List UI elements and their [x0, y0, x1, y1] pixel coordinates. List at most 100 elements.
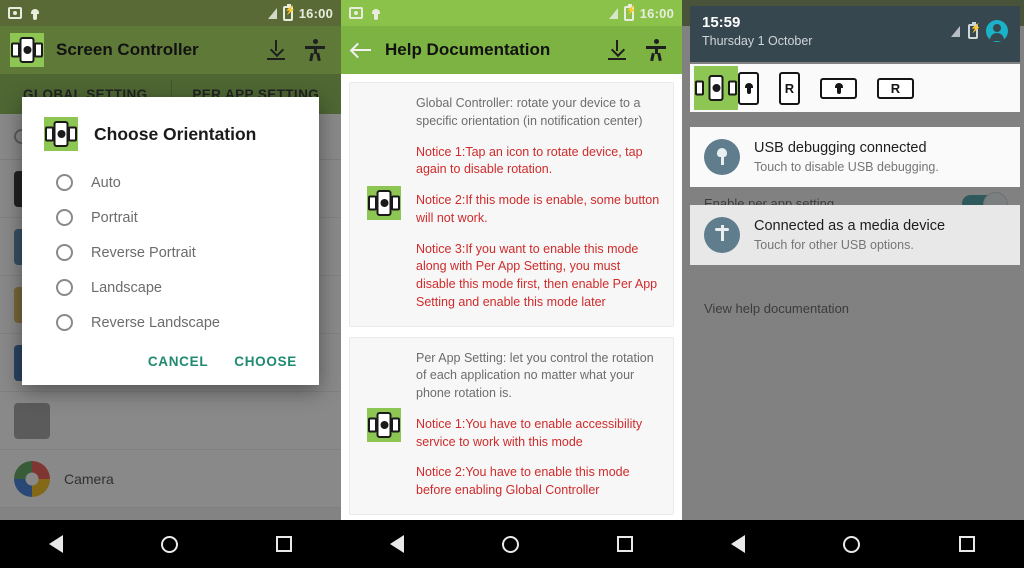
page-title: Help Documentation: [385, 40, 551, 59]
notification-title: Connected as a media device: [754, 218, 946, 234]
signal-icon: [608, 7, 618, 19]
download-icon[interactable]: [267, 40, 285, 60]
rotation-icon: [349, 7, 363, 19]
radio-button[interactable]: [56, 174, 73, 191]
card-description: Global Controller: rotate your device to…: [416, 96, 643, 128]
shade-clock: 15:59: [702, 14, 741, 31]
help-card-list: Global Controller: rotate your device to…: [341, 74, 682, 520]
recents-button[interactable]: [276, 536, 292, 552]
rotation-quick-tiles: R R: [690, 64, 1020, 112]
panel-screen-controller: 16:00 Screen Controller GLOBAL SETTING: [0, 0, 341, 568]
recents-button[interactable]: [617, 536, 633, 552]
navigation-bar: [0, 520, 341, 568]
three-panel-screenshot: 16:00 Screen Controller GLOBAL SETTING: [0, 0, 1024, 568]
card-description: Per App Setting: let you control the rot…: [416, 350, 654, 401]
screen-rotation-app-icon: [367, 186, 401, 221]
status-bar: 16:00: [341, 0, 682, 26]
home-button[interactable]: [161, 535, 178, 553]
app-bar-actions: [608, 39, 672, 62]
screen-rotation-app-icon: [694, 66, 738, 110]
radio-label: Auto: [91, 174, 121, 191]
status-bar: 16:00: [0, 0, 341, 26]
tile-row: R R: [738, 71, 914, 105]
notification-text: Connected as a media device Touch for ot…: [754, 217, 945, 253]
card-icon-column: [362, 95, 406, 312]
card-notice: Notice 3:If you want to enable this mode…: [416, 241, 658, 309]
cancel-button[interactable]: CANCEL: [148, 354, 208, 369]
shade-status-icons: [951, 14, 1008, 42]
panel-help-documentation: 16:00 Help Documentation: [341, 0, 682, 568]
portrait-android-tile[interactable]: [738, 71, 759, 105]
dialog-title: Choose Orientation: [94, 123, 257, 144]
back-button[interactable]: [49, 535, 63, 553]
card-text: Global Controller: rotate your device to…: [416, 95, 661, 312]
notification-title: USB debugging connected: [754, 140, 927, 156]
back-button[interactable]: [731, 535, 746, 553]
app-bar: Screen Controller: [0, 26, 341, 74]
card-notice: Notice 1:Tap an icon to rotate device, t…: [416, 144, 643, 177]
radio-label: Reverse Portrait: [91, 244, 196, 261]
app-bar-actions: [267, 39, 331, 62]
download-icon[interactable]: [608, 40, 626, 60]
battery-charging-icon: [282, 3, 296, 21]
dialog-actions: CANCEL CHOOSE: [22, 340, 319, 379]
choose-orientation-dialog: Choose Orientation Auto Portrait Reverse…: [22, 97, 319, 385]
choose-button[interactable]: CHOOSE: [234, 354, 297, 369]
notification-media-device[interactable]: Connected as a media device Touch for ot…: [690, 205, 1020, 266]
accessibility-icon[interactable]: [305, 39, 325, 62]
card-notice: Notice 2:You have to enable this mode be…: [416, 465, 630, 497]
help-card-global-controller: Global Controller: rotate your device to…: [349, 82, 674, 327]
recents-button[interactable]: [958, 536, 975, 552]
dialog-header: Choose Orientation: [22, 117, 319, 165]
accessibility-icon[interactable]: [646, 39, 666, 62]
back-button[interactable]: [390, 535, 404, 553]
screen-rotation-app-icon: [10, 33, 44, 67]
radio-option-reverse-portrait[interactable]: Reverse Portrait: [22, 235, 319, 270]
notification-text: USB debugging connected Touch to disable…: [754, 139, 939, 175]
radio-button[interactable]: [56, 279, 73, 296]
signal-icon: [951, 25, 960, 37]
screen-rotation-app-icon: [44, 117, 78, 151]
notification-usb-debugging[interactable]: USB debugging connected Touch to disable…: [690, 127, 1020, 188]
radio-option-landscape[interactable]: Landscape: [22, 270, 319, 305]
radio-label: Portrait: [91, 209, 138, 226]
user-avatar-icon[interactable]: [986, 20, 1008, 42]
status-bar-left-icons: [8, 7, 41, 20]
home-button[interactable]: [502, 535, 519, 553]
landscape-auto-tile[interactable]: R: [877, 77, 914, 99]
radio-option-portrait[interactable]: Portrait: [22, 200, 319, 235]
signal-icon: [267, 7, 277, 19]
radio-button[interactable]: [56, 244, 73, 261]
portrait-auto-tile[interactable]: R: [779, 71, 800, 105]
panel-notification-shade: Enable per app setting View help documen…: [682, 0, 1024, 568]
shade-header: 15:59 Thursday 1 October: [690, 6, 1020, 62]
status-bar-left-icons: [349, 7, 382, 20]
shade-date: Thursday 1 October: [702, 33, 813, 48]
page-title: Screen Controller: [56, 40, 199, 59]
help-card-per-app-setting: Per App Setting: let you control the rot…: [349, 336, 674, 515]
navigation-bar: [682, 520, 1024, 568]
radio-button[interactable]: [56, 209, 73, 226]
notification-subtitle: Touch for other USB options.: [754, 237, 914, 252]
home-button[interactable]: [843, 535, 861, 553]
card-notice: Notice 2:If this mode is enable, some bu…: [416, 193, 660, 225]
radio-button[interactable]: [56, 314, 73, 331]
status-bar-right-icons: 16:00: [608, 3, 674, 21]
usb-debug-icon: [704, 139, 740, 176]
notification-subtitle: Touch to disable USB debugging.: [754, 159, 939, 174]
radio-option-auto[interactable]: Auto: [22, 165, 319, 200]
radio-option-reverse-landscape[interactable]: Reverse Landscape: [22, 305, 319, 340]
card-notice: Notice 1:You have to enable accessibilit…: [416, 416, 643, 449]
landscape-android-tile[interactable]: [820, 77, 857, 99]
battery-charging-icon: [623, 3, 637, 21]
android-notification-icon: [370, 7, 382, 20]
card-icon-column: [362, 350, 406, 500]
android-notification-icon: [29, 7, 41, 20]
back-arrow-icon[interactable]: [351, 40, 373, 60]
rotation-icon: [8, 7, 22, 19]
navigation-bar: [341, 520, 682, 568]
status-bar-right-icons: 16:00: [267, 3, 333, 21]
screen-rotation-app-icon: [367, 407, 401, 442]
radio-label: Reverse Landscape: [91, 314, 220, 331]
usb-icon: [704, 217, 740, 254]
